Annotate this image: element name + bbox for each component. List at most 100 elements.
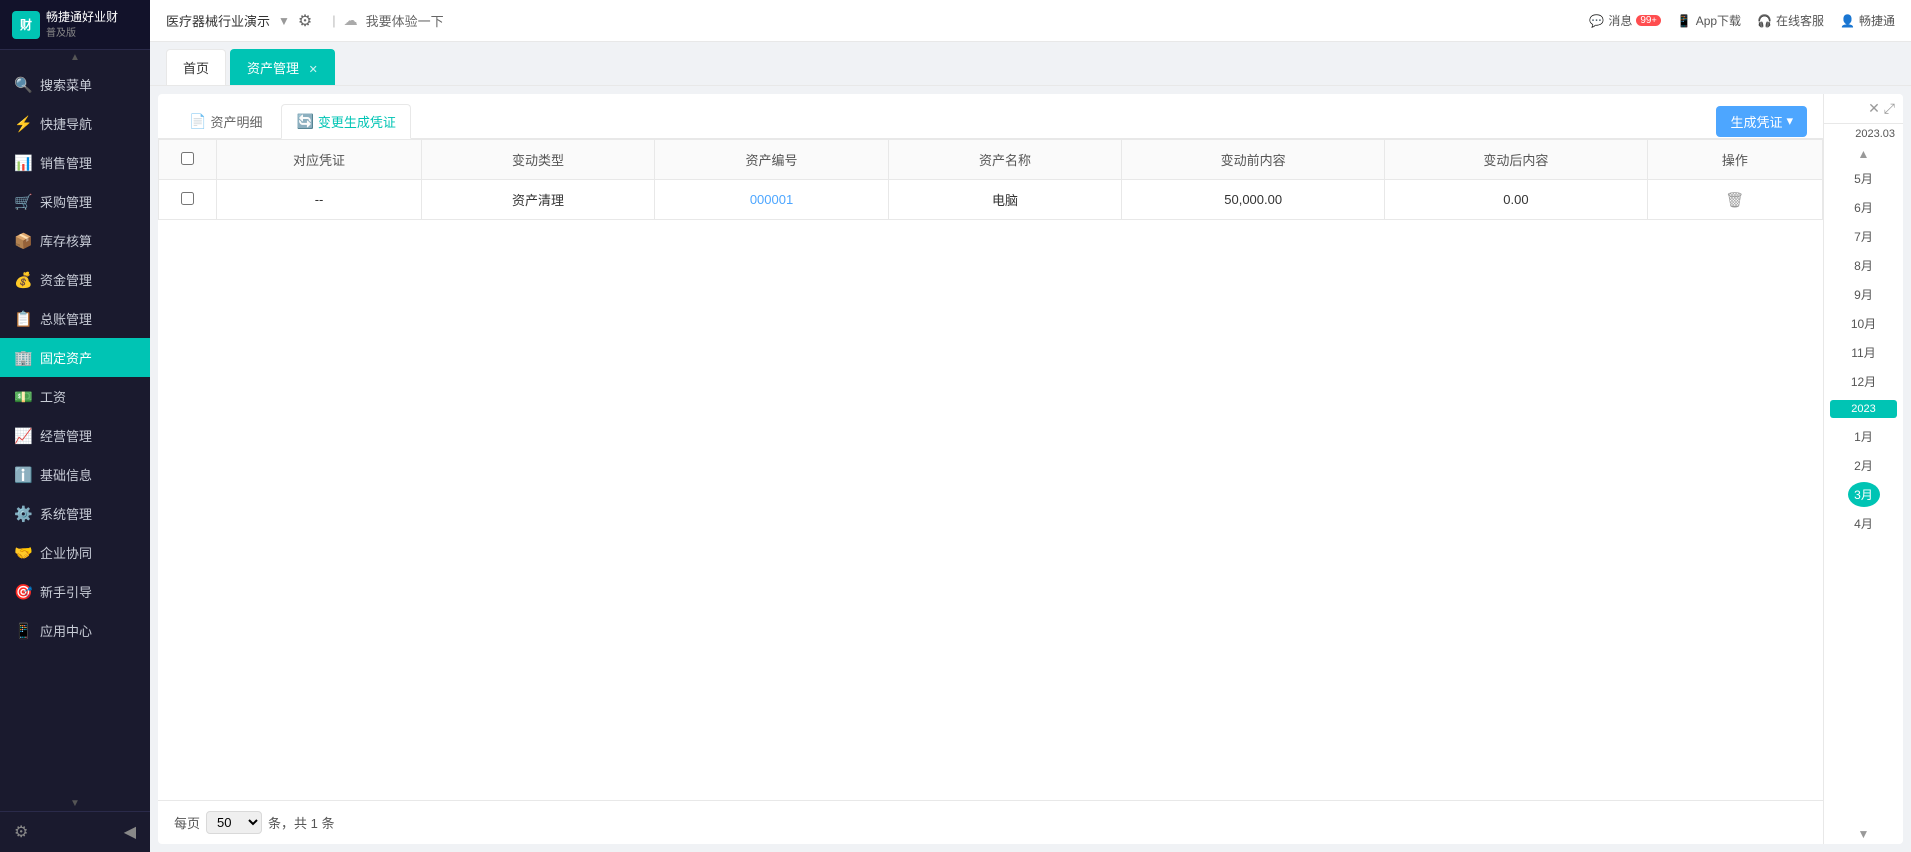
topbar: 医疗器械行业演示 ▼ ⚙ | ☁ 我要体验一下 💬 消息 99+ 📱 App下载… [150,0,1911,42]
tabbar: 首页 资产管理 ✕ [150,42,1911,86]
user-profile-action[interactable]: 👤 畅捷通 [1840,12,1895,29]
sidebar-item-label: 企业协同 [40,543,92,562]
year-label: 2023.03 [1824,124,1903,144]
sales-icon: 📊 [14,154,32,172]
tab-close-icon[interactable]: ✕ [309,64,318,76]
cell-before: 50,000.00 [1122,180,1385,220]
sidebar: 财 畅捷通好业财 普及版 ▲ 🔍 搜索菜单 ⚡ 快捷导航 📊 销售管理 🛒 采购… [0,0,150,852]
sidebar-item-funds[interactable]: 💰 资金管理 [0,260,150,299]
app-download-label: App下载 [1696,12,1741,29]
logo-text: 畅捷通好业财 [46,10,118,24]
generate-voucher-label: 生成凭证 [1730,112,1782,131]
sidebar-item-label: 销售管理 [40,153,92,172]
change-voucher-icon: 🔄 [296,113,313,130]
topbar-settings-icon[interactable]: ⚙ [298,11,312,31]
sidebar-item-guide[interactable]: 🎯 新手引导 [0,572,150,611]
content-inner: 📄 资产明细 🔄 变更生成凭证 生成凭证 ▾ [158,94,1823,844]
cell-type: 资产清理 [421,180,655,220]
cloud-icon: ☁ [344,12,358,29]
app-download-action[interactable]: 📱 App下载 [1677,12,1741,29]
scroll-down-month[interactable]: ▼ [1854,824,1874,844]
side-panel: ✕ ⤢ 2023.03 ▲ 5月 6月 7月 8月 9月 10月 11月 12月… [1823,94,1903,844]
table-row: -- 资产清理 000001 电脑 50,000.00 0.00 🗑 [159,180,1823,220]
month-item-7[interactable]: 7月 [1824,222,1903,251]
pagination: 每页 50 10 20 100 条，共 1 条 [158,800,1823,844]
sidebar-item-label: 快捷导航 [40,114,92,133]
scroll-up-month[interactable]: ▲ [1854,144,1874,164]
scroll-down-arrow[interactable]: ▼ [70,798,80,809]
sidebar-item-info[interactable]: ℹ️ 基础信息 [0,455,150,494]
month-item-6[interactable]: 6月 [1824,193,1903,222]
generate-dropdown-icon: ▾ [1786,113,1793,129]
experience-link[interactable]: 我要体验一下 [366,11,444,30]
subtab-asset-detail[interactable]: 📄 资产明细 [174,104,277,138]
funds-icon: 💰 [14,271,32,289]
subtab-change-voucher[interactable]: 🔄 变更生成凭证 [281,104,410,139]
total-count: 条，共 1 条 [268,813,334,832]
messages-action[interactable]: 💬 消息 99+ [1589,12,1660,29]
close-panel-icon[interactable]: ✕ [1868,100,1880,117]
customer-service-label: 在线客服 [1776,12,1824,29]
sidebar-item-salary[interactable]: 💵 工资 [0,377,150,416]
sidebar-item-assets[interactable]: 🏢 固定资产 [0,338,150,377]
info-icon: ℹ️ [14,466,32,484]
col-header-after: 变动后内容 [1385,140,1648,180]
apps-icon: 📱 [14,622,32,640]
month-item-3[interactable]: 3月 [1848,482,1880,507]
scroll-up-arrow[interactable]: ▲ [70,52,80,63]
sidebar-item-purchase[interactable]: 🛒 采购管理 [0,182,150,221]
sidebar-item-search[interactable]: 🔍 搜索菜单 [0,65,150,104]
sidebar-item-label: 基础信息 [40,465,92,484]
main-area: 医疗器械行业演示 ▼ ⚙ | ☁ 我要体验一下 💬 消息 99+ 📱 App下载… [150,0,1911,852]
settings-bottom-icon[interactable]: ⚙ [14,822,28,842]
month-item-1[interactable]: 1月 [1824,422,1903,451]
customer-service-icon: 🎧 [1757,14,1772,28]
month-item-4[interactable]: 4月 [1824,509,1903,538]
month-item-8[interactable]: 8月 [1824,251,1903,280]
sidebar-item-label: 资金管理 [40,270,92,289]
subtab-left: 📄 资产明细 🔄 变更生成凭证 [174,104,411,138]
sidebar-item-label: 固定资产 [40,348,92,367]
select-all-checkbox[interactable] [181,152,194,165]
tab-home-label: 首页 [183,61,209,76]
generate-voucher-button[interactable]: 生成凭证 ▾ [1716,106,1807,137]
system-icon: ⚙️ [14,505,32,523]
sidebar-item-ledger[interactable]: 📋 总账管理 [0,299,150,338]
sidebar-item-sales[interactable]: 📊 销售管理 [0,143,150,182]
guide-icon: 🎯 [14,583,32,601]
month-item-2[interactable]: 2月 [1824,451,1903,480]
sidebar-item-collab[interactable]: 🤝 企业协同 [0,533,150,572]
dropdown-arrow[interactable]: ▼ [278,14,290,28]
sidebar-item-nav[interactable]: ⚡ 快捷导航 [0,104,150,143]
message-badge: 99+ [1636,15,1660,26]
customer-service-action[interactable]: 🎧 在线客服 [1757,12,1824,29]
sidebar-item-label: 采购管理 [40,192,92,211]
sidebar-item-apps[interactable]: 📱 应用中心 [0,611,150,650]
sidebar-item-label: 工资 [40,387,66,406]
company-name[interactable]: 医疗器械行业演示 [166,11,270,30]
collapse-icon[interactable]: ◀ [124,822,136,842]
inventory-icon: 📦 [14,232,32,250]
topbar-left: 医疗器械行业演示 ▼ ⚙ | ☁ 我要体验一下 [166,11,444,31]
row-checkbox[interactable] [181,192,194,205]
tab-assets[interactable]: 资产管理 ✕ [230,49,335,85]
month-item-11[interactable]: 11月 [1824,338,1903,367]
month-item-5[interactable]: 5月 [1824,164,1903,193]
month-item-10[interactable]: 10月 [1824,309,1903,338]
month-item-9[interactable]: 9月 [1824,280,1903,309]
data-table: 对应凭证 变动类型 资产编号 资产名称 变动前内容 变动后内容 操作 [158,139,1823,220]
sidebar-item-system[interactable]: ⚙️ 系统管理 [0,494,150,533]
subtab-bar: 📄 资产明细 🔄 变更生成凭证 生成凭证 ▾ [158,94,1823,139]
sidebar-item-operations[interactable]: 📈 经营管理 [0,416,150,455]
delete-row-icon[interactable]: 🗑 [1725,192,1744,209]
message-icon: 💬 [1589,14,1604,28]
tab-home[interactable]: 首页 [166,49,226,85]
per-page-select[interactable]: 50 10 20 100 [206,811,262,834]
per-page-label: 每页 [174,813,200,832]
month-list: 5月 6月 7月 8月 9月 10月 11月 12月 2023 1月 2月 3月… [1824,164,1903,824]
sidebar-item-inventory[interactable]: 📦 库存核算 [0,221,150,260]
expand-panel-icon[interactable]: ⤢ [1884,100,1895,117]
logo-icon: 财 [12,11,40,39]
month-item-12[interactable]: 12月 [1824,367,1903,396]
purchase-icon: 🛒 [14,193,32,211]
